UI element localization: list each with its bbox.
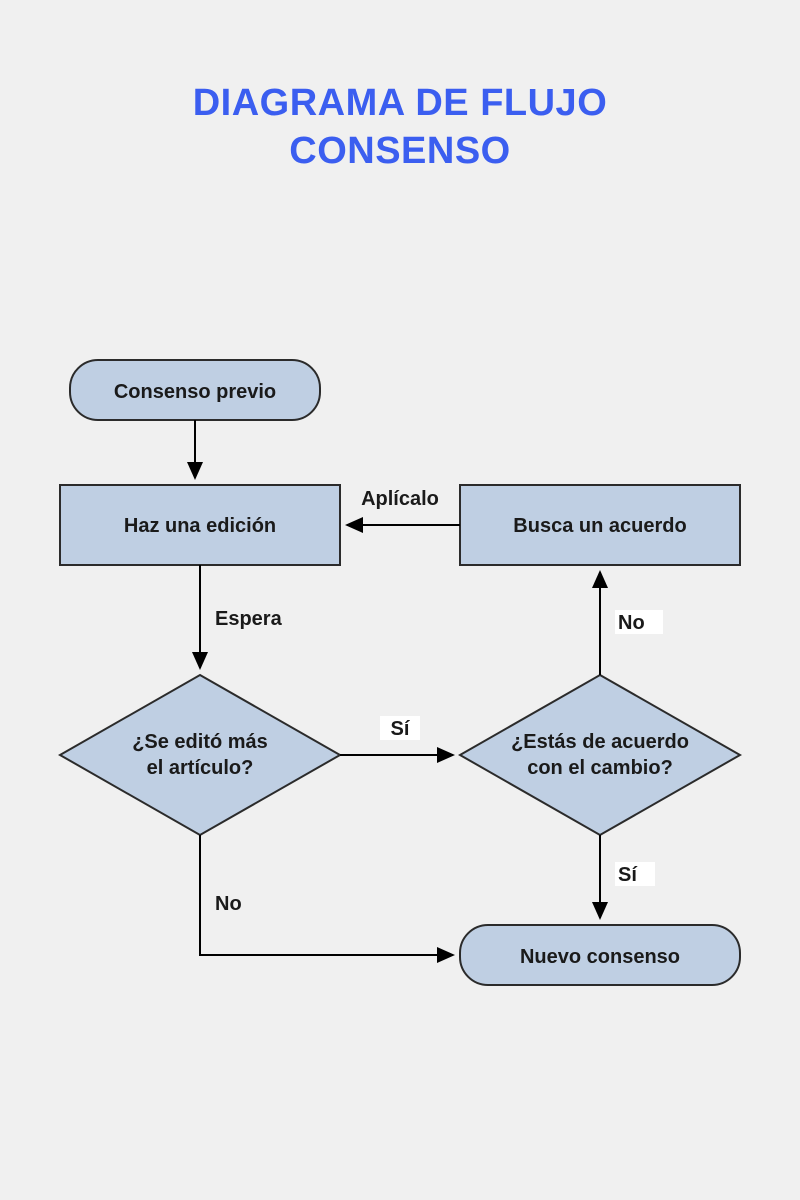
node-edited-decision: ¿Se editó más el artículo?	[60, 675, 340, 835]
node-start: Consenso previo	[70, 360, 320, 420]
node-agree-decision: ¿Estás de acuerdo con el cambio?	[460, 675, 740, 835]
node-edit-label: Haz una edición	[124, 515, 276, 537]
node-edited-l1: ¿Se editó más	[132, 731, 268, 753]
edge-agree-no: No	[600, 572, 663, 675]
node-seek: Busca un acuerdo	[460, 485, 740, 565]
edge-seek-to-edit: Aplícalo	[347, 488, 460, 525]
node-edit: Haz una edición	[60, 485, 340, 565]
node-end-label: Nuevo consenso	[520, 946, 680, 968]
node-agree-l1: ¿Estás de acuerdo	[511, 731, 689, 753]
flowchart-canvas: Consenso previo Haz una edición Busca un…	[0, 0, 800, 1200]
edge-edited-yes: Sí	[340, 716, 453, 755]
edge-edited-yes-label: Sí	[391, 718, 411, 740]
edge-wait-label: Espera	[215, 608, 283, 630]
edge-edit-to-edited: Espera	[200, 565, 283, 668]
edge-edited-no: No	[200, 835, 453, 955]
edge-agree-yes: Sí	[600, 835, 655, 918]
node-agree-l2: con el cambio?	[527, 757, 673, 779]
edge-agree-yes-label: Sí	[618, 864, 638, 886]
node-edited-l2: el artículo?	[147, 757, 254, 779]
node-start-label: Consenso previo	[114, 381, 276, 403]
node-seek-label: Busca un acuerdo	[513, 515, 686, 537]
edge-apply-label: Aplícalo	[361, 488, 439, 510]
edge-agree-no-label: No	[618, 612, 645, 634]
edge-edited-no-label: No	[215, 893, 242, 915]
node-end: Nuevo consenso	[460, 925, 740, 985]
